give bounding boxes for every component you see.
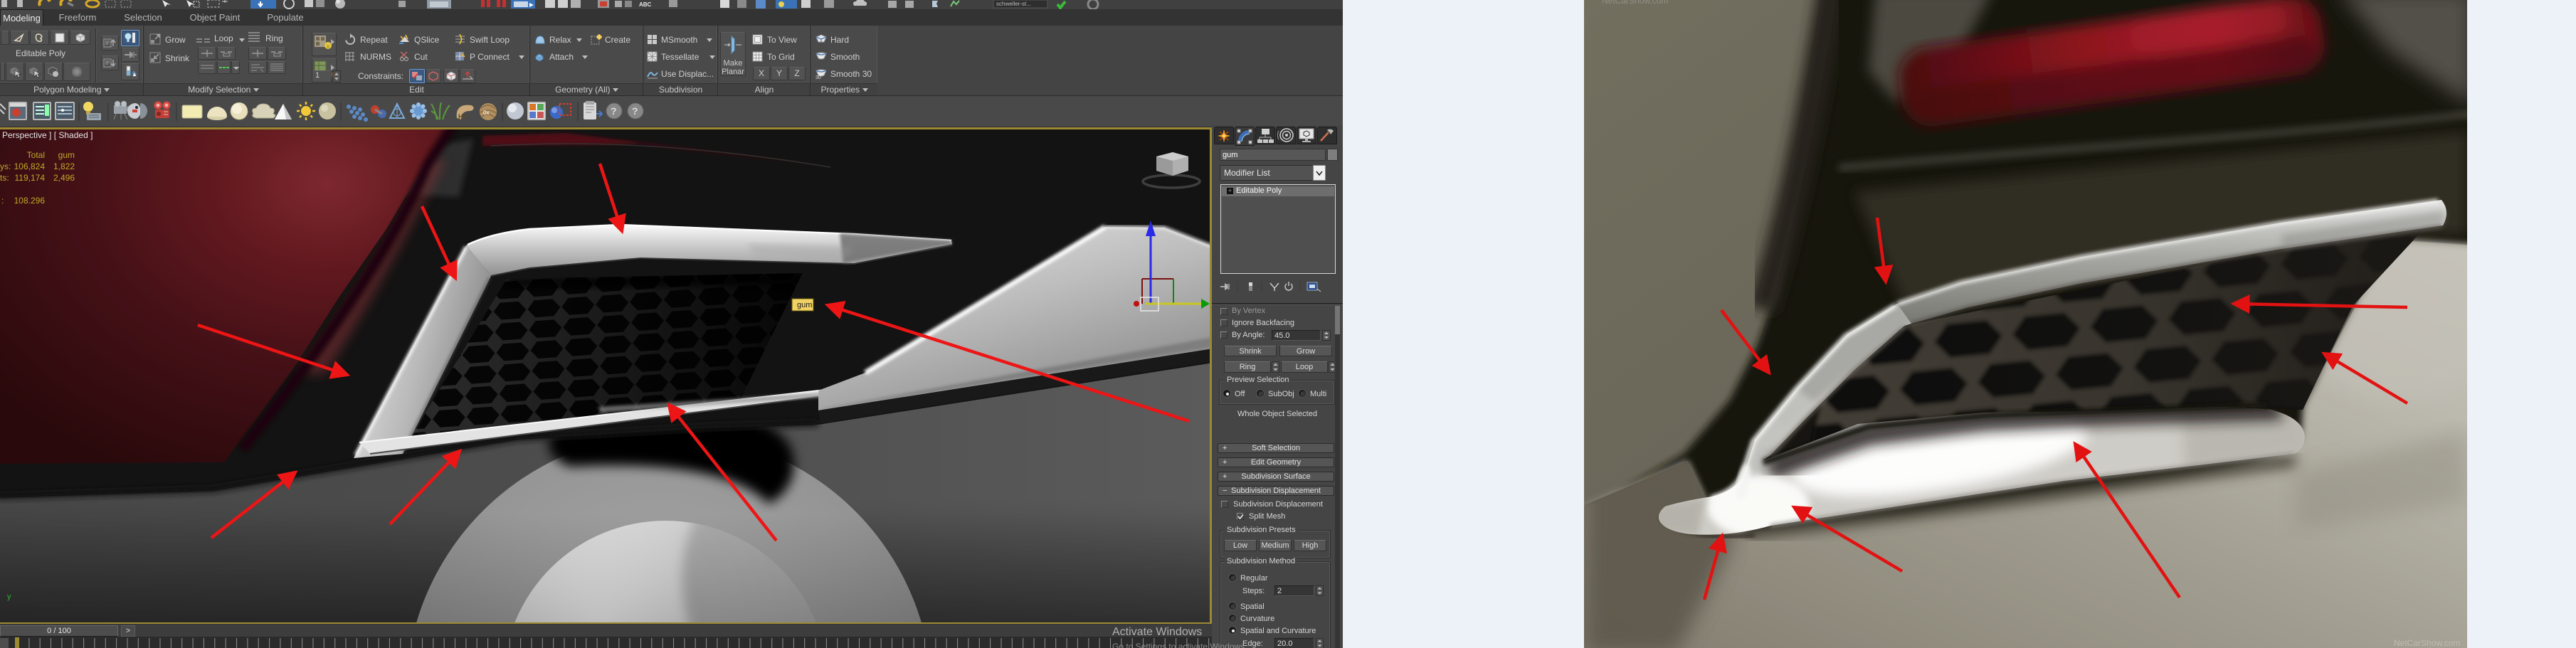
- svg-text:NetCarShow.com: NetCarShow.com: [1602, 0, 1668, 6]
- svg-text:30: 30: [815, 75, 821, 80]
- svg-text:0x: 0x: [483, 110, 489, 116]
- svg-text:?: ?: [611, 105, 617, 117]
- svg-text:gum: gum: [797, 301, 812, 309]
- svg-text:ABC: ABC: [639, 1, 652, 8]
- svg-text:HF: HF: [458, 113, 467, 120]
- svg-text:schweller-st...: schweller-st...: [996, 1, 1031, 7]
- svg-text:NetCarShow.com: NetCarShow.com: [2394, 638, 2460, 648]
- svg-text:y: y: [7, 593, 11, 601]
- svg-text:?: ?: [632, 105, 638, 117]
